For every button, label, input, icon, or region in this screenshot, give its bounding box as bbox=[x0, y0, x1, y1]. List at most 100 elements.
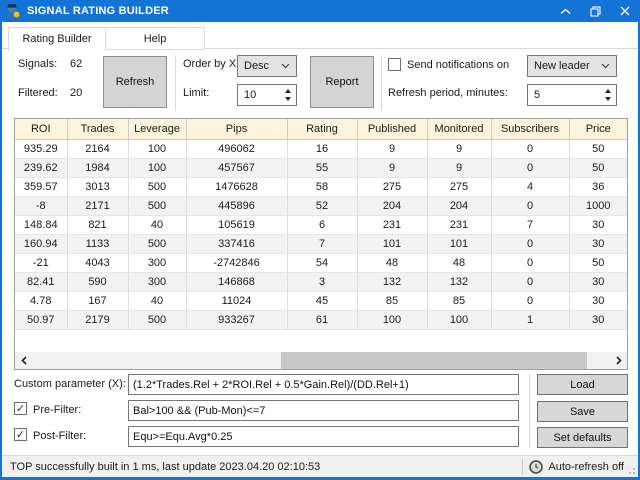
limit-label: Limit: bbox=[183, 87, 210, 99]
table-cell: 167 bbox=[66, 291, 129, 311]
load-button[interactable]: Load bbox=[537, 374, 628, 395]
table-row[interactable]: 148.84 821 40 105619 6 231 231 7 30 bbox=[15, 215, 627, 235]
app-window: SIGNAL RATING BUILDER Rating Builder Help… bbox=[0, 0, 640, 480]
table-cell: 9 bbox=[426, 158, 492, 178]
scroll-right-button[interactable] bbox=[610, 352, 627, 369]
scrollbar-track[interactable] bbox=[32, 352, 610, 369]
tab-help[interactable]: Help bbox=[106, 27, 205, 50]
limit-spinner[interactable]: 10 bbox=[237, 84, 297, 106]
set-defaults-button[interactable]: Set defaults bbox=[537, 427, 628, 448]
table-cell: 82.41 bbox=[15, 272, 68, 292]
status-separator bbox=[522, 458, 524, 475]
pre-filter-checkbox[interactable]: ✓ bbox=[14, 402, 27, 415]
table-cell: 48 bbox=[426, 253, 492, 273]
auto-refresh-status[interactable]: Auto-refresh off bbox=[548, 461, 624, 473]
table-cell: 0 bbox=[490, 291, 570, 311]
table-cell: 590 bbox=[66, 272, 129, 292]
custom-parameter-input[interactable] bbox=[128, 374, 519, 395]
limit-value: 10 bbox=[244, 89, 257, 101]
refresh-button[interactable]: Refresh bbox=[103, 56, 167, 108]
order-by-select[interactable]: Desc bbox=[237, 55, 297, 77]
column-header-leverage: Leverage bbox=[127, 119, 187, 140]
table-cell: 85 bbox=[356, 291, 428, 311]
spin-up-icon[interactable] bbox=[285, 89, 291, 93]
table-cell: 50 bbox=[568, 139, 627, 159]
table-cell: 500 bbox=[127, 196, 187, 216]
minimize-button[interactable] bbox=[550, 0, 580, 22]
table-cell: 48 bbox=[356, 253, 428, 273]
table-cell: 275 bbox=[356, 177, 428, 197]
spin-down-icon[interactable] bbox=[605, 97, 611, 101]
tab-rating-builder[interactable]: Rating Builder bbox=[8, 27, 106, 51]
table-header-row: ROI Trades Leverage Pips Rating Published Moni… bbox=[15, 119, 627, 140]
table-cell: 500 bbox=[127, 177, 187, 197]
toolbar-separator bbox=[175, 55, 176, 111]
spin-up-icon[interactable] bbox=[605, 89, 611, 93]
table-cell: 6 bbox=[286, 215, 358, 235]
spin-down-icon[interactable] bbox=[285, 97, 291, 101]
column-header-pips: Pips bbox=[185, 119, 288, 140]
table-row[interactable]: 935.29 2164 100 496062 16 9 9 0 50 bbox=[15, 139, 627, 159]
table-cell: 9 bbox=[356, 139, 428, 159]
table-cell: 16 bbox=[286, 139, 358, 159]
restore-button[interactable] bbox=[580, 0, 610, 22]
table-row[interactable]: 239.62 1984 100 457567 55 9 9 0 50 bbox=[15, 158, 627, 178]
table-cell: 58 bbox=[286, 177, 358, 197]
chevron-right-icon bbox=[615, 356, 622, 365]
chevron-down-icon bbox=[281, 63, 290, 69]
table-cell: 1000 bbox=[568, 196, 627, 216]
column-header-price: Price bbox=[568, 119, 627, 140]
table-cell: 9 bbox=[356, 158, 428, 178]
table-cell: 3 bbox=[286, 272, 358, 292]
save-button[interactable]: Save bbox=[537, 401, 628, 422]
table-cell: 1476628 bbox=[185, 177, 288, 197]
table-row[interactable]: 4.78 167 40 11024 45 85 85 0 30 bbox=[15, 291, 627, 311]
column-header-roi: ROI bbox=[15, 119, 68, 140]
refresh-period-spinner[interactable]: 5 bbox=[527, 84, 617, 106]
table-cell: 300 bbox=[127, 272, 187, 292]
table-cell: 30 bbox=[568, 215, 627, 235]
table-cell: 40 bbox=[127, 215, 187, 235]
table-cell: 935.29 bbox=[15, 139, 68, 159]
column-header-trades: Trades bbox=[66, 119, 129, 140]
table-cell: 0 bbox=[490, 234, 570, 254]
pre-filter-input[interactable] bbox=[128, 400, 519, 421]
table-cell: 445896 bbox=[185, 196, 288, 216]
table-cell: 132 bbox=[426, 272, 492, 292]
table-cell: 204 bbox=[426, 196, 492, 216]
table-row[interactable]: 160.94 1133 500 337416 7 101 101 0 30 bbox=[15, 234, 627, 254]
report-button[interactable]: Report bbox=[310, 56, 374, 108]
resize-grip[interactable] bbox=[626, 465, 636, 475]
table-cell: 933267 bbox=[185, 310, 288, 330]
signals-count: 62 bbox=[70, 58, 83, 70]
table-cell: 2171 bbox=[66, 196, 129, 216]
scrollbar-thumb[interactable] bbox=[280, 352, 587, 369]
notification-type-select[interactable]: New leader bbox=[527, 55, 617, 77]
post-filter-checkbox[interactable]: ✓ bbox=[14, 428, 27, 441]
scroll-left-button[interactable] bbox=[15, 352, 32, 369]
chevron-up-icon bbox=[560, 8, 570, 14]
close-icon bbox=[620, 6, 630, 16]
table-row[interactable]: -21 4043 300 -2742846 54 48 48 0 50 bbox=[15, 253, 627, 273]
table-cell: 1133 bbox=[66, 234, 129, 254]
table-cell: 50 bbox=[568, 253, 627, 273]
table-cell: 54 bbox=[286, 253, 358, 273]
horizontal-scrollbar[interactable] bbox=[15, 352, 627, 369]
actions-separator bbox=[529, 374, 530, 448]
close-button[interactable] bbox=[610, 0, 640, 22]
title-bar: SIGNAL RATING BUILDER bbox=[0, 0, 640, 22]
table-cell: 7 bbox=[286, 234, 358, 254]
table-cell: 0 bbox=[490, 158, 570, 178]
table-cell: -2742846 bbox=[185, 253, 288, 273]
table-row[interactable]: 82.41 590 300 146868 3 132 132 0 30 bbox=[15, 272, 627, 292]
table-row[interactable]: -8 2171 500 445896 52 204 204 0 1000 bbox=[15, 196, 627, 216]
table-cell: 500 bbox=[127, 234, 187, 254]
send-notifications-checkbox[interactable] bbox=[388, 58, 401, 71]
client-area: Rating Builder Help Signals: 62 Filtered:… bbox=[2, 22, 638, 477]
table-cell: 55 bbox=[286, 158, 358, 178]
signals-grid: ROI Trades Leverage Pips Rating Published Moni… bbox=[14, 118, 628, 370]
post-filter-input[interactable] bbox=[128, 426, 519, 447]
table-cell: 496062 bbox=[185, 139, 288, 159]
table-row[interactable]: 359.57 3013 500 1476628 58 275 275 4 36 bbox=[15, 177, 627, 197]
table-row[interactable]: 50.97 2179 500 933267 61 100 100 1 30 bbox=[15, 310, 627, 330]
